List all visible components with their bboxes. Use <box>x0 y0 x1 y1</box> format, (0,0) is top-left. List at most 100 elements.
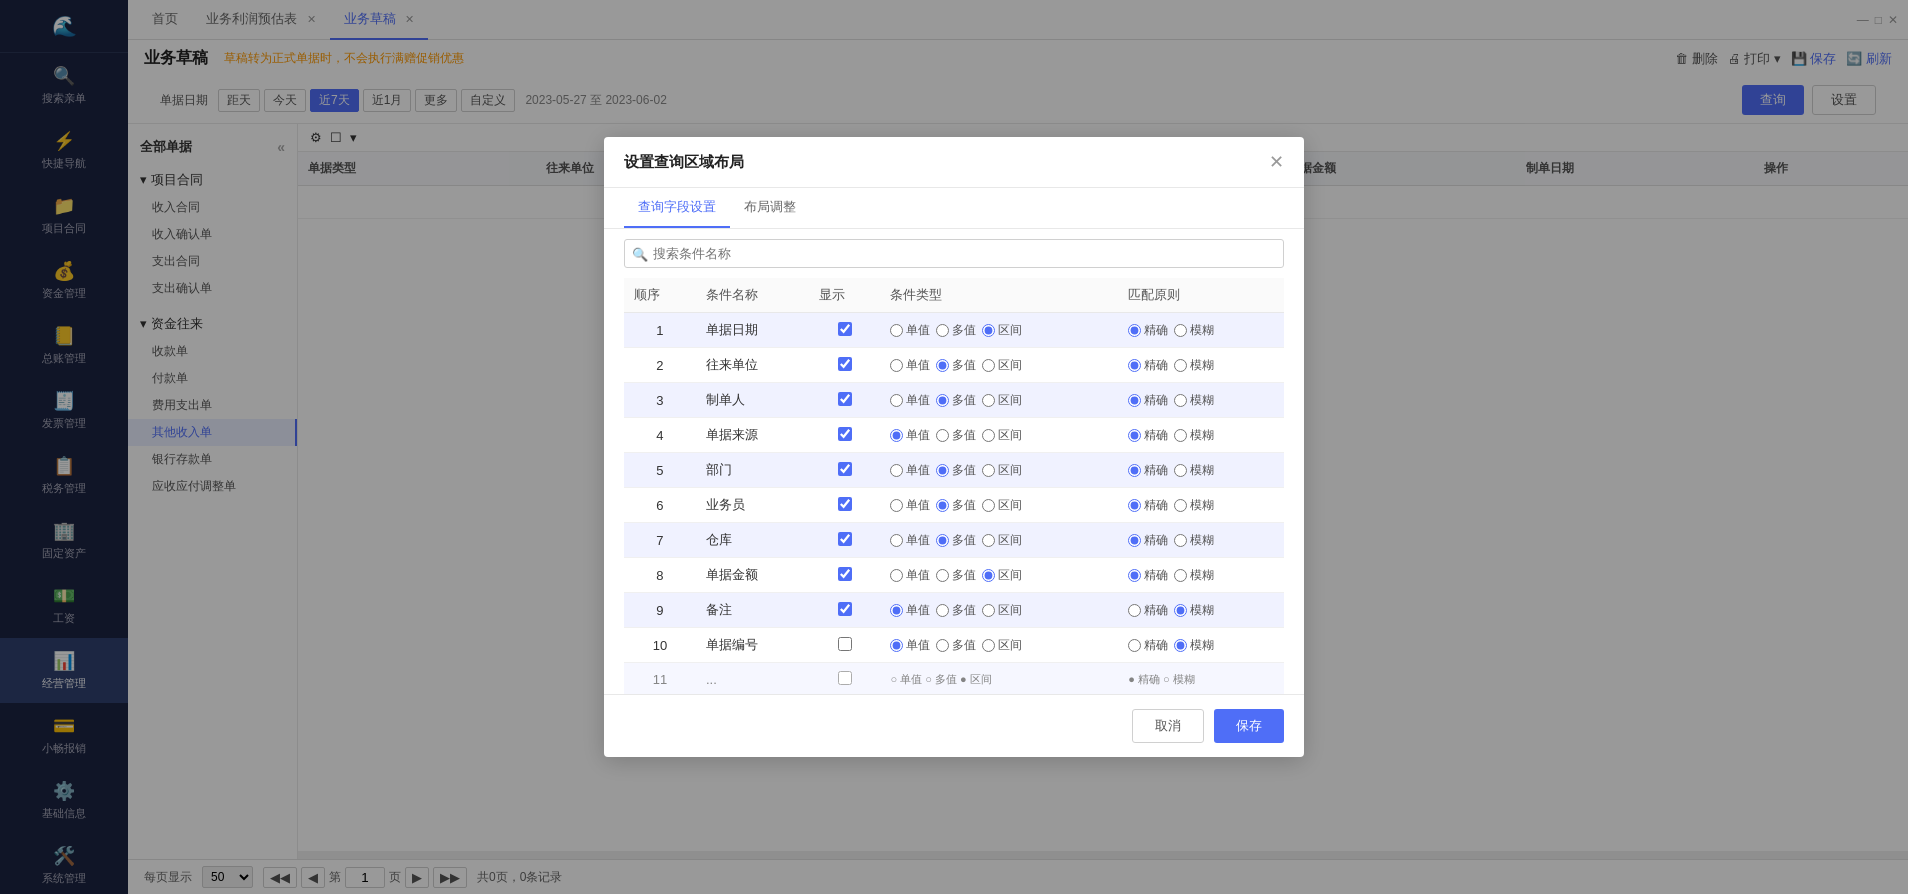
radio-cond-type[interactable] <box>936 324 949 337</box>
radio-cond-type[interactable] <box>982 499 995 512</box>
radio-item[interactable]: 精确 <box>1128 322 1168 339</box>
radio-match[interactable] <box>1128 604 1141 617</box>
show-checkbox-partial[interactable] <box>838 671 852 685</box>
radio-cond-type[interactable] <box>936 499 949 512</box>
radio-item[interactable]: 模糊 <box>1174 392 1214 409</box>
radio-match[interactable] <box>1174 359 1187 372</box>
radio-item[interactable]: 精确 <box>1128 427 1168 444</box>
radio-item[interactable]: 模糊 <box>1174 427 1214 444</box>
radio-item[interactable]: 精确 <box>1128 462 1168 479</box>
dialog-close-button[interactable]: ✕ <box>1269 151 1284 173</box>
radio-item[interactable]: 单值 <box>890 602 930 619</box>
radio-item[interactable]: 模糊 <box>1174 567 1214 584</box>
radio-item[interactable]: 单值 <box>890 567 930 584</box>
radio-item[interactable]: 区间 <box>982 567 1022 584</box>
radio-item[interactable]: 区间 <box>982 532 1022 549</box>
radio-item[interactable]: 精确 <box>1128 532 1168 549</box>
radio-item[interactable]: 单值 <box>890 637 930 654</box>
radio-match[interactable] <box>1174 639 1187 652</box>
radio-cond-type[interactable] <box>982 394 995 407</box>
show-checkbox[interactable] <box>838 567 852 581</box>
radio-item[interactable]: 单值 <box>890 497 930 514</box>
radio-match[interactable] <box>1174 429 1187 442</box>
radio-item[interactable]: 区间 <box>982 462 1022 479</box>
dialog-tab-layout-adjust[interactable]: 布局调整 <box>730 188 810 228</box>
radio-match[interactable] <box>1174 464 1187 477</box>
radio-item[interactable]: 区间 <box>982 357 1022 374</box>
radio-item[interactable]: 区间 <box>982 602 1022 619</box>
radio-match[interactable] <box>1174 394 1187 407</box>
radio-item[interactable]: 模糊 <box>1174 637 1214 654</box>
radio-match[interactable] <box>1128 569 1141 582</box>
show-checkbox[interactable] <box>838 427 852 441</box>
radio-match[interactable] <box>1128 639 1141 652</box>
radio-item[interactable]: 模糊 <box>1174 602 1214 619</box>
radio-cond-type[interactable] <box>936 534 949 547</box>
radio-item[interactable]: 区间 <box>982 322 1022 339</box>
cancel-button[interactable]: 取消 <box>1132 709 1204 743</box>
radio-item[interactable]: 多值 <box>936 567 976 584</box>
radio-cond-type[interactable] <box>936 639 949 652</box>
radio-item[interactable]: 多值 <box>936 322 976 339</box>
radio-cond-type[interactable] <box>890 639 903 652</box>
radio-match[interactable] <box>1128 359 1141 372</box>
radio-match[interactable] <box>1128 499 1141 512</box>
radio-cond-type[interactable] <box>982 464 995 477</box>
radio-item[interactable]: 精确 <box>1128 497 1168 514</box>
radio-cond-type[interactable] <box>982 429 995 442</box>
radio-match[interactable] <box>1128 429 1141 442</box>
radio-item[interactable]: 精确 <box>1128 392 1168 409</box>
radio-item[interactable]: 模糊 <box>1174 497 1214 514</box>
show-checkbox[interactable] <box>838 532 852 546</box>
radio-cond-type[interactable] <box>982 569 995 582</box>
dialog-search-input[interactable] <box>624 239 1284 268</box>
radio-cond-type[interactable] <box>890 324 903 337</box>
radio-match[interactable] <box>1128 534 1141 547</box>
radio-match[interactable] <box>1174 604 1187 617</box>
radio-item[interactable]: 精确 <box>1128 637 1168 654</box>
radio-item[interactable]: 精确 <box>1128 602 1168 619</box>
radio-cond-type[interactable] <box>982 639 995 652</box>
radio-item[interactable]: 单值 <box>890 392 930 409</box>
radio-item[interactable]: 模糊 <box>1174 322 1214 339</box>
show-checkbox[interactable] <box>838 497 852 511</box>
radio-cond-type[interactable] <box>890 534 903 547</box>
radio-item[interactable]: 单值 <box>890 322 930 339</box>
show-checkbox[interactable] <box>838 602 852 616</box>
radio-item[interactable]: 模糊 <box>1174 357 1214 374</box>
radio-cond-type[interactable] <box>982 359 995 372</box>
radio-item[interactable]: 多值 <box>936 462 976 479</box>
radio-match[interactable] <box>1128 324 1141 337</box>
radio-cond-type[interactable] <box>982 604 995 617</box>
radio-cond-type[interactable] <box>936 429 949 442</box>
radio-cond-type[interactable] <box>936 359 949 372</box>
radio-cond-type[interactable] <box>890 464 903 477</box>
radio-item[interactable]: 区间 <box>982 427 1022 444</box>
save-button[interactable]: 保存 <box>1214 709 1284 743</box>
radio-match[interactable] <box>1174 569 1187 582</box>
radio-cond-type[interactable] <box>936 464 949 477</box>
radio-match[interactable] <box>1174 324 1187 337</box>
radio-item[interactable]: 模糊 <box>1174 532 1214 549</box>
radio-item[interactable]: 单值 <box>890 532 930 549</box>
radio-item[interactable]: 单值 <box>890 357 930 374</box>
radio-cond-type[interactable] <box>890 429 903 442</box>
radio-item[interactable]: 精确 <box>1128 357 1168 374</box>
radio-cond-type[interactable] <box>890 359 903 372</box>
radio-item[interactable]: 多值 <box>936 497 976 514</box>
radio-item[interactable]: 单值 <box>890 462 930 479</box>
show-checkbox[interactable] <box>838 357 852 371</box>
radio-cond-type[interactable] <box>936 569 949 582</box>
show-checkbox[interactable] <box>838 637 852 651</box>
radio-item[interactable]: 区间 <box>982 637 1022 654</box>
radio-match[interactable] <box>1174 499 1187 512</box>
radio-item[interactable]: 精确 <box>1128 567 1168 584</box>
radio-match[interactable] <box>1128 394 1141 407</box>
radio-item[interactable]: 多值 <box>936 532 976 549</box>
radio-item[interactable]: 多值 <box>936 392 976 409</box>
show-checkbox[interactable] <box>838 462 852 476</box>
radio-cond-type[interactable] <box>936 604 949 617</box>
dialog-tab-field-settings[interactable]: 查询字段设置 <box>624 188 730 228</box>
radio-cond-type[interactable] <box>890 499 903 512</box>
show-checkbox[interactable] <box>838 322 852 336</box>
